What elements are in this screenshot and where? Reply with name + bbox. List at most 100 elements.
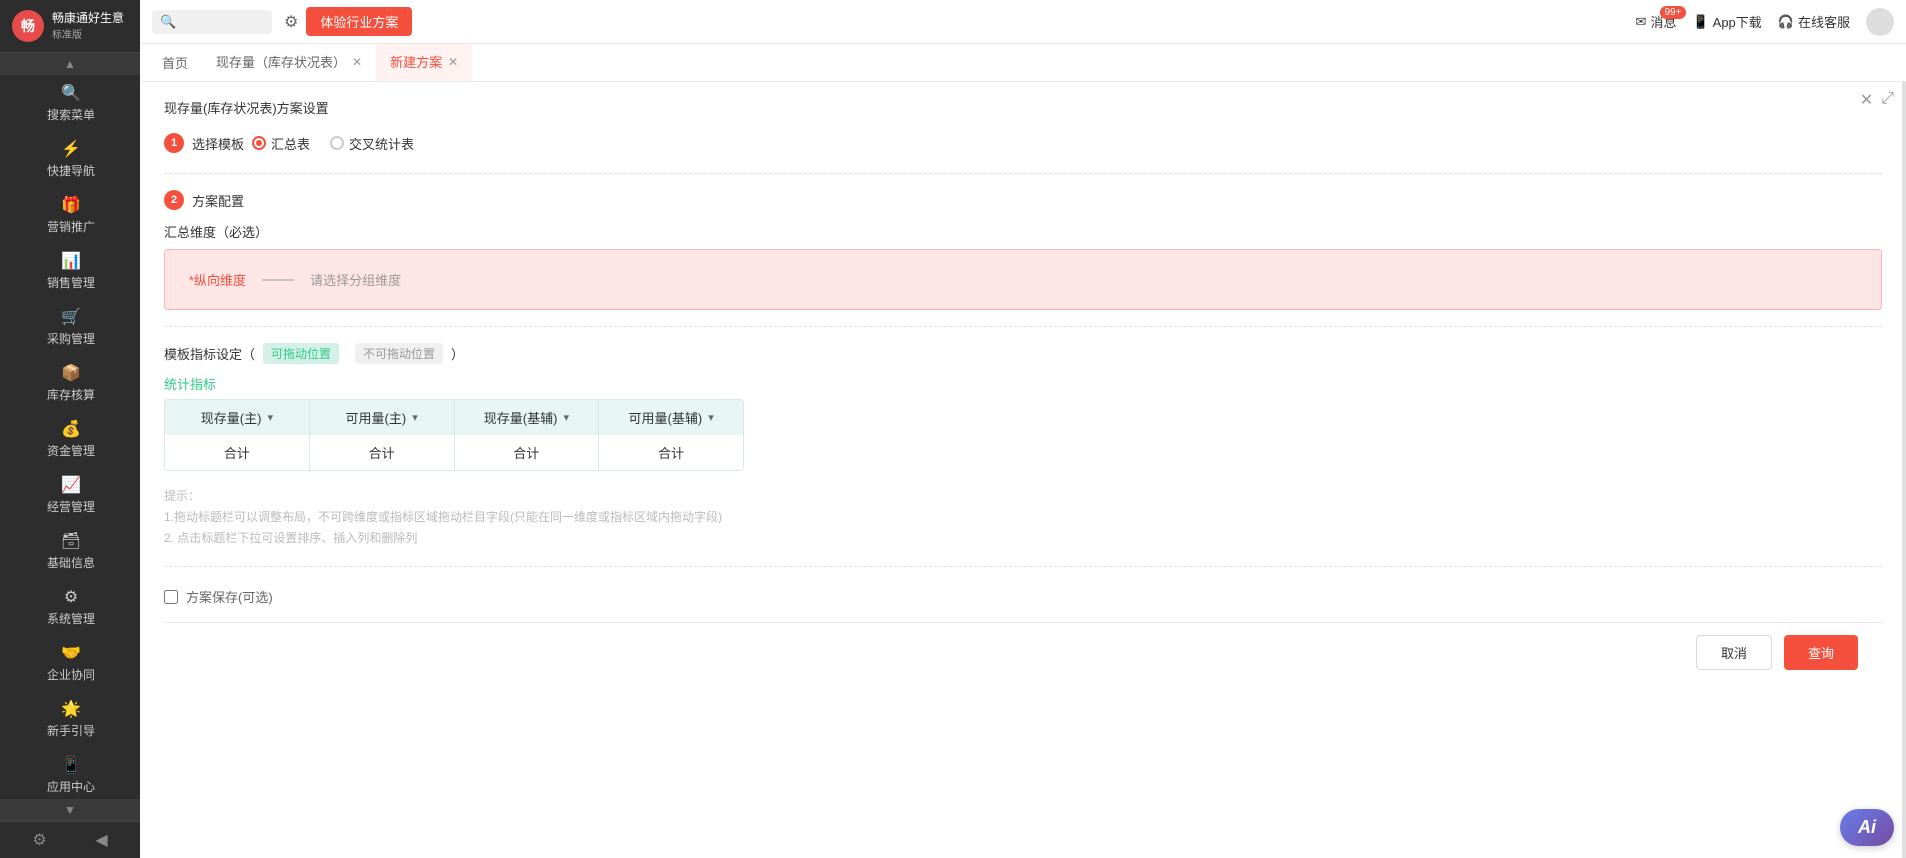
indicator-suffix: ）	[451, 344, 464, 363]
sales-icon: 📊	[61, 251, 81, 271]
sidebar-item-purchase[interactable]: 🛒 采购管理	[0, 299, 140, 355]
tab-new-scheme[interactable]: 新建方案 ✕	[376, 44, 472, 81]
bottom-action-bar: 取消 查询	[164, 622, 1882, 682]
step1-label: 选择模板	[192, 134, 244, 153]
search-input[interactable]	[180, 15, 260, 29]
quick-nav-icon: ⚡	[61, 139, 81, 159]
app-download-button[interactable]: 📱 App下载	[1692, 12, 1761, 31]
collapse-footer-btn[interactable]: ◀	[95, 830, 107, 850]
inventory-tab-label: 现存量（库存状况表）	[216, 52, 346, 71]
sidebar-scroll-down[interactable]: ▼	[0, 799, 140, 821]
col2-chevron-icon: ▾	[412, 411, 418, 424]
required-text: *纵向维度	[189, 270, 246, 289]
col1-chevron-icon: ▾	[267, 411, 273, 424]
new-scheme-tab-label: 新建方案	[390, 52, 442, 71]
sidebar-item-label: 新手引导	[47, 722, 95, 739]
stats-section: 统计指标 现存量(主) ▾ 可用量(主) ▾	[164, 374, 1882, 471]
message-icon: ✉	[1636, 14, 1647, 30]
confirm-button[interactable]: 查询	[1784, 635, 1858, 670]
tab-home[interactable]: 首页	[148, 45, 202, 80]
user-avatar[interactable]	[1866, 8, 1894, 36]
indicator-settings-label: 模板指标设定（ 可拖动位置 不可拖动位置 ）	[164, 343, 1882, 364]
tab-inventory[interactable]: 现存量（库存状况表） ✕	[202, 44, 376, 81]
sidebar-item-inventory[interactable]: 📦 库存核算	[0, 355, 140, 411]
sidebar-item-label: 库存核算	[47, 386, 95, 403]
search-box[interactable]: 🔍	[152, 10, 272, 34]
sidebar-item-finance[interactable]: 💰 资金管理	[0, 411, 140, 467]
stats-col4-header[interactable]: 可用量(基辅) ▾	[599, 400, 743, 435]
sidebar-item-label: 系统管理	[47, 610, 95, 627]
sidebar-scroll-up[interactable]: ▲	[0, 53, 140, 75]
close-panel-icon[interactable]: ✕	[1860, 90, 1873, 110]
sidebar-item-sales[interactable]: 📊 销售管理	[0, 243, 140, 299]
resize-handle[interactable]	[1902, 82, 1906, 858]
settings-footer-btn[interactable]: ⚙	[32, 830, 46, 850]
sidebar-item-quick-nav[interactable]: ⚡ 快捷导航	[0, 131, 140, 187]
inventory-icon: 📦	[61, 363, 81, 383]
radio-cross[interactable]: 交叉统计表	[330, 134, 414, 153]
app-name: 畅康通好生意	[52, 11, 124, 27]
radio-cross-dot	[330, 136, 344, 150]
stats-col2-header[interactable]: 可用量(主) ▾	[310, 400, 455, 435]
new-scheme-tab-close[interactable]: ✕	[448, 55, 458, 69]
app-center-icon: 📱	[61, 755, 81, 775]
ai-badge[interactable]: Ai	[1840, 809, 1894, 846]
sidebar-item-label: 搜索菜单	[47, 106, 95, 123]
sidebar-item-system[interactable]: ⚙ 系统管理	[0, 579, 140, 635]
save-divider	[164, 566, 1882, 567]
panel-icons: ✕ ⤢	[1860, 90, 1894, 110]
headset-icon: 🎧	[1778, 14, 1794, 30]
step1-section: 1 选择模板 汇总表 交叉统计表	[164, 133, 1882, 153]
inventory-tab-close[interactable]: ✕	[352, 55, 362, 69]
sidebar-item-search[interactable]: 🔍 搜索菜单	[0, 75, 140, 131]
tips-section: 提示： 1.拖动标题栏可以调整布局，不可跨维度或指标区域拖动栏目字段(只能在同一…	[164, 487, 1882, 546]
expand-panel-icon[interactable]: ⤢	[1881, 90, 1894, 110]
logo-icon: 畅	[12, 10, 44, 42]
sidebar-item-label: 资金管理	[47, 442, 95, 459]
sidebar-item-enterprise[interactable]: 🤝 企业协同	[0, 635, 140, 691]
sidebar-item-marketing[interactable]: 🎁 营销推广	[0, 187, 140, 243]
stats-col4-label: 可用量(基辅)	[629, 408, 703, 427]
indicator-divider	[164, 326, 1882, 327]
stats-col3-header[interactable]: 现存量(基辅) ▾	[455, 400, 600, 435]
sidebar-item-operations[interactable]: 📈 经营管理	[0, 467, 140, 523]
draggable-badge: 可拖动位置	[263, 343, 339, 364]
step2-header: 2 方案配置	[164, 190, 1882, 210]
step1-header: 1 选择模板 汇总表 交叉统计表	[164, 133, 1882, 153]
tip-title: 提示：	[164, 487, 1882, 504]
topbar: 🔍 ⚙ 体验行业方案 ✉ 消息 99+ 📱 App下载 🎧 在线客服	[140, 0, 1906, 44]
save-checkbox[interactable]	[164, 590, 178, 604]
sidebar-footer: ⚙ ◀	[0, 821, 140, 858]
app-edition: 标准版	[52, 26, 124, 41]
trial-button[interactable]: 体验行业方案	[306, 7, 412, 36]
app-icon: 📱	[1692, 14, 1708, 30]
stats-col1-header[interactable]: 现存量(主) ▾	[165, 400, 310, 435]
cancel-button[interactable]: 取消	[1696, 635, 1772, 670]
sidebar-item-basic-info[interactable]: 🗃 基础信息	[0, 523, 140, 579]
stats-col2-value: 合计	[310, 435, 455, 470]
message-button[interactable]: ✉ 消息 99+	[1636, 12, 1677, 31]
step-divider	[164, 173, 1882, 174]
radio-summary[interactable]: 汇总表	[252, 134, 310, 153]
purchase-icon: 🛒	[61, 307, 81, 327]
radio-cross-label: 交叉统计表	[349, 134, 414, 153]
guide-icon: 🌟	[61, 699, 81, 719]
scheme-panel: ✕ ⤢ 现存量(库存状况表)方案设置 1 选择模板 汇总表	[140, 82, 1906, 858]
sidebar-item-label: 采购管理	[47, 330, 95, 347]
topbar-settings-icon[interactable]: ⚙	[284, 12, 298, 32]
message-badge: 99+	[1660, 6, 1687, 19]
template-radio-group: 汇总表 交叉统计表	[252, 134, 414, 153]
search-icon: 🔍	[160, 14, 176, 30]
home-tab-label: 首页	[162, 53, 188, 72]
sidebar-item-guide[interactable]: 🌟 新手引导	[0, 691, 140, 747]
step2-section: 2 方案配置 汇总维度（必选） *纵向维度 —— 请选择分组维度 模板指标设定（…	[164, 190, 1882, 546]
sidebar-item-app-center[interactable]: 📱 应用中心	[0, 747, 140, 799]
sidebar-item-label: 基础信息	[47, 554, 95, 571]
content-area: ✕ ⤢ 现存量(库存状况表)方案设置 1 选择模板 汇总表	[140, 82, 1906, 858]
marketing-icon: 🎁	[61, 195, 81, 215]
service-button[interactable]: 🎧 在线客服	[1778, 12, 1850, 31]
dimension-placeholder: 请选择分组维度	[310, 270, 401, 289]
non-draggable-badge: 不可拖动位置	[355, 343, 443, 364]
arrow-separator: ——	[262, 271, 294, 289]
step2-label: 方案配置	[192, 191, 244, 210]
